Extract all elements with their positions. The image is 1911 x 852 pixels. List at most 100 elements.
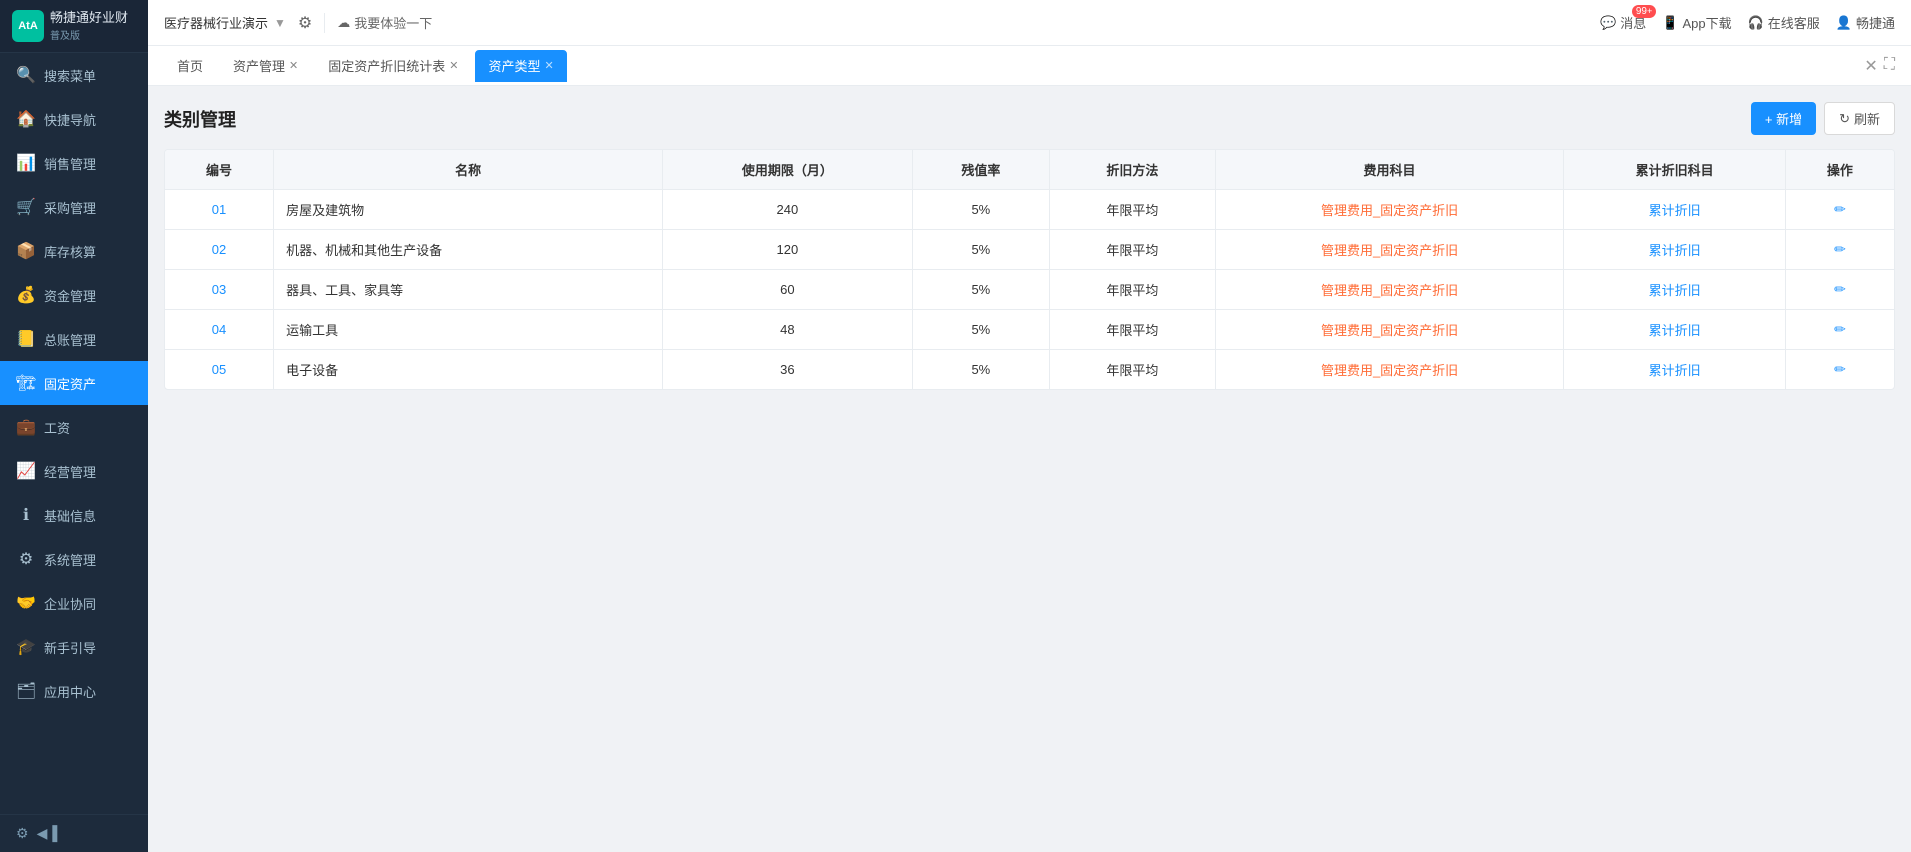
topbar-divider (324, 13, 325, 33)
collapse-icon[interactable]: ◀▐ (37, 825, 58, 842)
cell-expense: 管理费用_固定资产折旧 (1215, 270, 1564, 310)
table-row: 01 房屋及建筑物 240 5% 年限平均 管理费用_固定资产折旧 累计折旧 ✏ (165, 190, 1894, 230)
sidebar-item-operations[interactable]: 📈 经营管理 (0, 449, 148, 493)
col-code: 编号 (165, 150, 274, 190)
purchase-icon: 🛒 (16, 197, 36, 217)
user-btn[interactable]: 👤 畅捷通 (1836, 13, 1895, 32)
col-action: 操作 (1785, 150, 1894, 190)
messages-btn[interactable]: 💬 消息 99+ (1600, 13, 1646, 32)
app-center-icon: 🗂 (16, 681, 36, 701)
cell-duration: 120 (663, 230, 912, 270)
sidebar-item-label: 库存核算 (44, 242, 96, 261)
message-badge: 99+ (1632, 5, 1656, 18)
sidebar-item-inventory[interactable]: 📦 库存核算 (0, 229, 148, 273)
cell-code: 03 (165, 270, 274, 310)
app-download-btn[interactable]: 📱 App下载 (1662, 13, 1731, 32)
cell-action[interactable]: ✏ (1785, 350, 1894, 390)
settings-footer-icon[interactable]: ⚙ (16, 825, 29, 842)
sidebar-item-payroll[interactable]: 💼 工资 (0, 405, 148, 449)
cell-expense: 管理费用_固定资产折旧 (1215, 310, 1564, 350)
sales-icon: 📊 (16, 153, 36, 173)
col-expense: 费用科目 (1215, 150, 1564, 190)
sidebar-item-guide[interactable]: 🎓 新手引导 (0, 625, 148, 669)
experience-btn[interactable]: ☁ 我要体验一下 (337, 13, 432, 32)
edit-icon[interactable]: ✏ (1834, 321, 1846, 337)
col-name: 名称 (274, 150, 663, 190)
minimize-icon[interactable]: ✕ (1864, 56, 1877, 76)
tabs-bar: 首页 资产管理 ✕ 固定资产折旧统计表 ✕ 资产类型 ✕ ✕ ⛶ (148, 46, 1911, 86)
cell-code: 05 (165, 350, 274, 390)
window-controls: ✕ ⛶ (1864, 56, 1895, 76)
sidebar-item-collab[interactable]: 🤝 企业协同 (0, 581, 148, 625)
sidebar-item-label: 基础信息 (44, 506, 96, 525)
sidebar-item-system[interactable]: ⚙ 系统管理 (0, 537, 148, 581)
refresh-icon: ↻ (1839, 111, 1850, 127)
tab-type[interactable]: 资产类型 ✕ (475, 50, 566, 82)
ledger-icon: 📒 (16, 329, 36, 349)
refresh-btn[interactable]: ↻ 刷新 (1824, 102, 1895, 135)
header-actions: + 新增 ↻ 刷新 (1751, 102, 1895, 135)
cell-accum: 累计折旧 (1564, 310, 1785, 350)
sidebar-item-search[interactable]: 🔍 搜索菜单 (0, 53, 148, 97)
tab-depreciation-close[interactable]: ✕ (449, 59, 458, 72)
tab-home-label: 首页 (177, 56, 203, 75)
col-method: 折旧方法 (1050, 150, 1216, 190)
cell-residual: 5% (912, 310, 1050, 350)
collab-icon: 🤝 (16, 593, 36, 613)
mobile-icon: 📱 (1662, 15, 1678, 31)
cell-duration: 48 (663, 310, 912, 350)
app-edition: 普及版 (50, 27, 128, 42)
cell-expense: 管理费用_固定资产折旧 (1215, 190, 1564, 230)
topbar-settings-icon[interactable]: ⚙ (298, 13, 312, 33)
tab-type-close[interactable]: ✕ (545, 59, 554, 72)
cell-name: 电子设备 (274, 350, 663, 390)
edit-icon[interactable]: ✏ (1834, 361, 1846, 377)
cell-action[interactable]: ✏ (1785, 310, 1894, 350)
cloud-icon: ☁ (337, 15, 350, 31)
page-title: 类别管理 (164, 106, 236, 132)
cell-method: 年限平均 (1050, 270, 1216, 310)
sidebar: AtA 畅捷通好业财 普及版 🔍 搜索菜单 🏠 快捷导航 📊 销售管理 🛒 采购… (0, 0, 148, 852)
sidebar-item-label: 搜索菜单 (44, 66, 96, 85)
cell-action[interactable]: ✏ (1785, 230, 1894, 270)
sidebar-item-app-center[interactable]: 🗂 应用中心 (0, 669, 148, 713)
data-table: 编号 名称 使用期限（月） 残值率 折旧方法 费用科目 累计折旧科目 操作 01… (164, 149, 1895, 390)
cell-method: 年限平均 (1050, 230, 1216, 270)
sidebar-item-fixed-assets[interactable]: 🏗 固定资产 (0, 361, 148, 405)
sidebar-footer: ⚙ ◀▐ (0, 814, 148, 852)
cell-residual: 5% (912, 190, 1050, 230)
customer-service-btn[interactable]: 🎧 在线客服 (1748, 13, 1820, 32)
sidebar-nav: 🔍 搜索菜单 🏠 快捷导航 📊 销售管理 🛒 采购管理 📦 库存核算 💰 资金管… (0, 53, 148, 814)
cell-action[interactable]: ✏ (1785, 190, 1894, 230)
cell-name: 房屋及建筑物 (274, 190, 663, 230)
topbar-right: 💬 消息 99+ 📱 App下载 🎧 在线客服 👤 畅捷通 (1600, 13, 1895, 32)
content-area: 类别管理 + 新增 ↻ 刷新 编号 名称 使用期限（月） 残值率 折旧方法 (148, 86, 1911, 852)
sidebar-item-quick-nav[interactable]: 🏠 快捷导航 (0, 97, 148, 141)
table-row: 04 运输工具 48 5% 年限平均 管理费用_固定资产折旧 累计折旧 ✏ (165, 310, 1894, 350)
tab-depreciation[interactable]: 固定资产折旧统计表 ✕ (315, 50, 471, 82)
sidebar-item-basic-info[interactable]: ℹ 基础信息 (0, 493, 148, 537)
sidebar-item-purchase[interactable]: 🛒 采购管理 (0, 185, 148, 229)
edit-icon[interactable]: ✏ (1834, 281, 1846, 297)
sidebar-item-ledger[interactable]: 📒 总账管理 (0, 317, 148, 361)
cell-duration: 240 (663, 190, 912, 230)
sidebar-item-sales[interactable]: 📊 销售管理 (0, 141, 148, 185)
new-btn[interactable]: + 新增 (1751, 102, 1816, 135)
col-accum: 累计折旧科目 (1564, 150, 1785, 190)
tab-home[interactable]: 首页 (164, 50, 216, 82)
sidebar-item-label: 新手引导 (44, 638, 96, 657)
sidebar-item-capital[interactable]: 💰 资金管理 (0, 273, 148, 317)
edit-icon[interactable]: ✏ (1834, 201, 1846, 217)
tab-assets-label: 资产管理 (233, 56, 285, 75)
project-selector[interactable]: 医疗器械行业演示 ▼ (164, 13, 286, 32)
edit-icon[interactable]: ✏ (1834, 241, 1846, 257)
main-content: 医疗器械行业演示 ▼ ⚙ ☁ 我要体验一下 💬 消息 99+ 📱 App下载 🎧… (148, 0, 1911, 852)
cell-accum: 累计折旧 (1564, 190, 1785, 230)
maximize-icon[interactable]: ⛶ (1884, 56, 1895, 76)
basic-info-icon: ℹ (16, 505, 36, 525)
page-header: 类别管理 + 新增 ↻ 刷新 (164, 102, 1895, 135)
tab-assets-close[interactable]: ✕ (289, 59, 298, 72)
cell-action[interactable]: ✏ (1785, 270, 1894, 310)
tab-assets[interactable]: 资产管理 ✕ (220, 50, 311, 82)
sidebar-item-label: 经营管理 (44, 462, 96, 481)
